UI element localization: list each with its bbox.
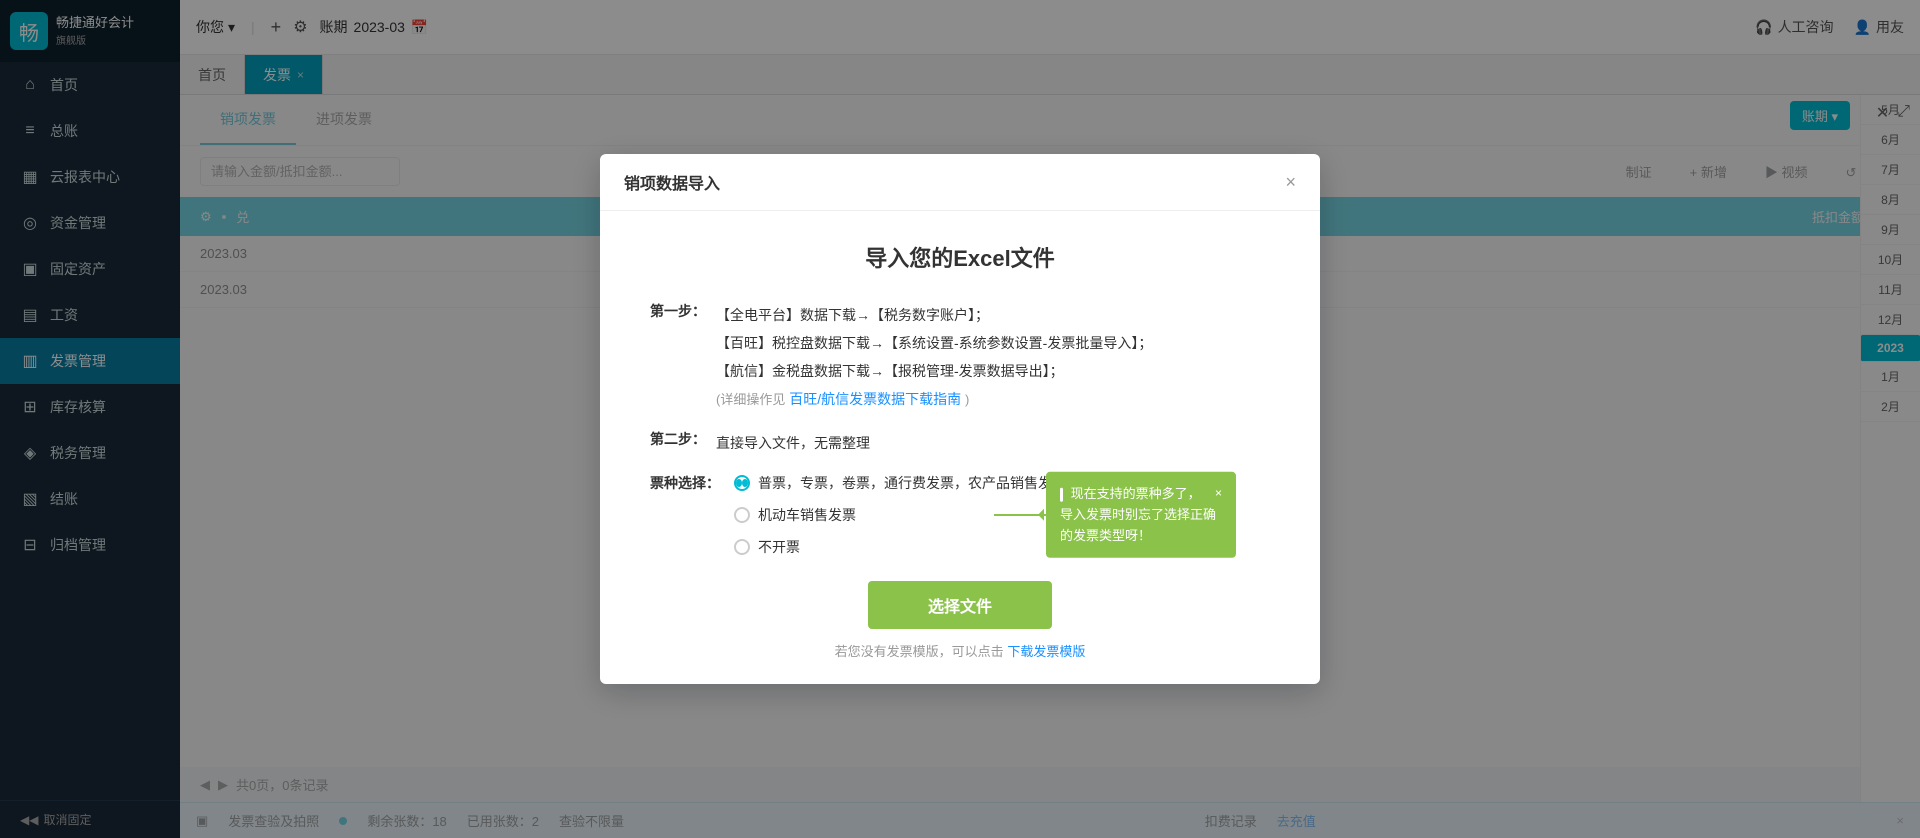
step1-content: 【全电平台】数据下载→【税务数字账户】； 【百旺】税控盘数据下载→【系统设置-系… bbox=[716, 301, 1152, 413]
radio-normal[interactable]: 普票，专票，卷票，通行费发票，农产品销售发票 bbox=[734, 473, 1066, 493]
step2-label: 第二步： bbox=[650, 429, 706, 457]
step1-guide-link[interactable]: 百旺/航信发票数据下载指南 bbox=[789, 391, 961, 407]
modal-main-title: 导入您的Excel文件 bbox=[650, 241, 1270, 273]
import-modal: 销项数据导入 × 导入您的Excel文件 第一步： 【全电平台】数据下载→【税务… bbox=[600, 154, 1320, 684]
step2-row: 第二步： 直接导入文件，无需整理 bbox=[650, 429, 1270, 457]
radio-car-circle bbox=[734, 507, 750, 523]
tooltip-bar bbox=[1060, 487, 1063, 501]
modal-header: 销项数据导入 × bbox=[600, 154, 1320, 211]
radio-car-label: 机动车销售发票 bbox=[758, 505, 856, 525]
modal-close-btn[interactable]: × bbox=[1285, 173, 1296, 191]
ticket-select-section: 票种选择： 普票，专票，卷票，通行费发票，农产品销售发票 机动车销售发票 bbox=[650, 473, 1270, 557]
footer-note-text: 若您没有发票模版，可以点击 bbox=[835, 644, 1004, 659]
radio-car[interactable]: 机动车销售发票 × 现在支持的票种多了，导入发票时别忘了选择正确的发票类型呀！ bbox=[734, 505, 1066, 525]
step1-row: 第一步： 【全电平台】数据下载→【税务数字账户】； 【百旺】税控盘数据下载→【系… bbox=[650, 301, 1270, 413]
step1-note-text: (详细操作见 bbox=[716, 392, 785, 407]
tooltip-box: × 现在支持的票种多了，导入发票时别忘了选择正确的发票类型呀！ bbox=[1046, 472, 1236, 558]
radio-none-label: 不开票 bbox=[758, 537, 800, 557]
tooltip-close-btn[interactable]: × bbox=[1215, 484, 1222, 503]
modal-footer-note: 若您没有发票模版，可以点击 下载发票模版 bbox=[650, 641, 1270, 660]
modal-title: 销项数据导入 bbox=[624, 170, 720, 194]
radio-none-circle bbox=[734, 539, 750, 555]
content-area: 销项发票 进项发票 制证 + 新增 ▶ 视频 ↺ 刷新 ⚙ ▪ 兑 bbox=[180, 95, 1920, 838]
radio-none[interactable]: 不开票 bbox=[734, 537, 1066, 557]
radio-group: 普票，专票，卷票，通行费发票，农产品销售发票 机动车销售发票 × bbox=[734, 473, 1066, 557]
step1-line2: 【百旺】税控盘数据下载→【系统设置-系统参数设置-发票批量导入】； bbox=[716, 329, 1152, 357]
step1-note: (详细操作见 百旺/航信发票数据下载指南 ) bbox=[716, 385, 1152, 413]
step2-content: 直接导入文件，无需整理 bbox=[716, 429, 870, 457]
ticket-select-label: 票种选择： bbox=[650, 473, 720, 493]
tooltip-text: 现在支持的票种多了，导入发票时别忘了选择正确的发票类型呀！ bbox=[1060, 486, 1216, 543]
step1-note-end: ) bbox=[965, 392, 969, 407]
step1-label: 第一步： bbox=[650, 301, 706, 413]
radio-normal-label: 普票，专票，卷票，通行费发票，农产品销售发票 bbox=[758, 473, 1066, 493]
download-template-link[interactable]: 下载发票模版 bbox=[1007, 644, 1085, 659]
radio-normal-circle bbox=[734, 475, 750, 491]
step1-line1: 【全电平台】数据下载→【税务数字账户】； bbox=[716, 301, 1152, 329]
modal-body: 导入您的Excel文件 第一步： 【全电平台】数据下载→【税务数字账户】； 【百… bbox=[600, 211, 1320, 684]
select-file-btn[interactable]: 选择文件 bbox=[868, 581, 1052, 629]
main-content: 你您 ▾ | + ⚙ 账期 2023-03 📅 🎧 人工咨询 👤 用友 bbox=[180, 0, 1920, 838]
step1-line3: 【航信】金税盘数据下载→【报税管理-发票数据导出】； bbox=[716, 357, 1152, 385]
